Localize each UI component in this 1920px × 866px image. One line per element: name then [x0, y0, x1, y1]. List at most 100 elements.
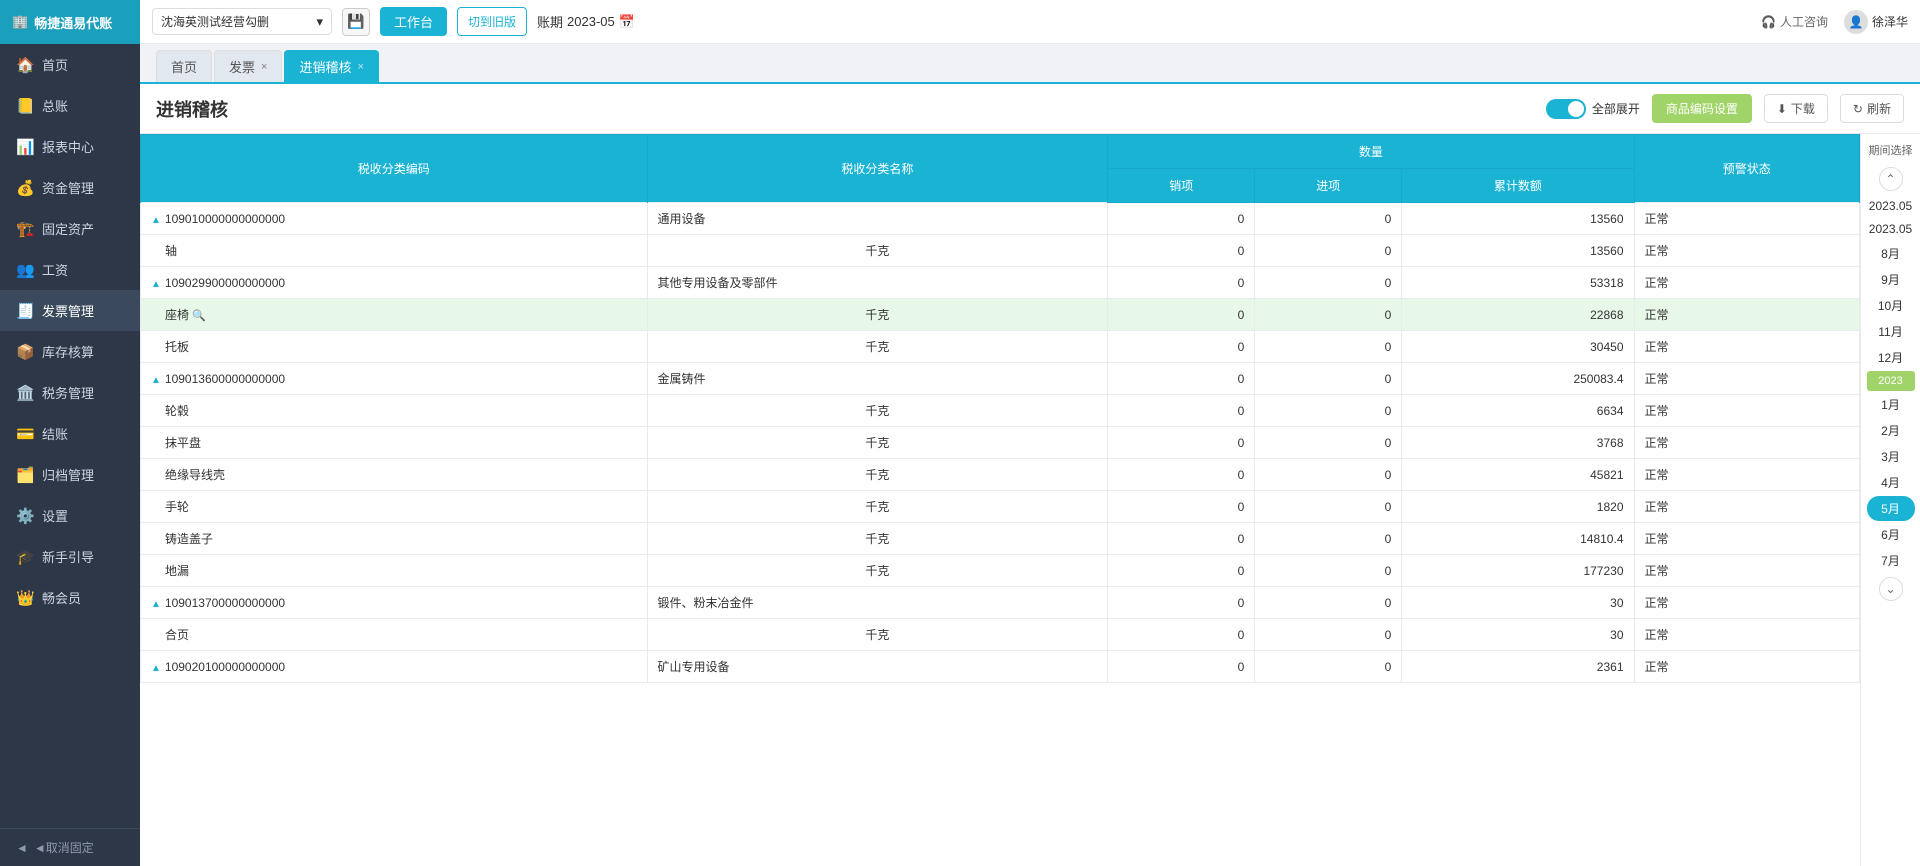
period-item[interactable]: 2023.05 — [1867, 218, 1915, 240]
company-selector[interactable]: 沈海英测试经营勾删 ▾ — [152, 8, 332, 35]
sidebar-item-label: 税务管理 — [42, 383, 94, 402]
period-item[interactable]: 9月 — [1867, 267, 1915, 292]
cell-code: ▲109029900000000000 — [141, 267, 648, 299]
content-area: 税收分类编码 税收分类名称 数量 预警状态 销项 进项 累计数额 — [140, 134, 1920, 866]
sidebar-item-inventory[interactable]: 📦 库存核算 — [0, 331, 140, 372]
cell-sales: 0 — [1108, 427, 1255, 459]
sidebar-item-tax[interactable]: 🏛️ 税务管理 — [0, 372, 140, 413]
cell-cumulative: 30 — [1402, 619, 1634, 651]
user-name: 徐泽华 — [1872, 13, 1908, 30]
expand-icon[interactable]: ▲ — [151, 599, 161, 610]
main-area: 沈海英测试经营勾删 ▾ 💾 工作台 切到旧版 账期 2023-05 📅 🎧 人工… — [140, 0, 1920, 866]
period-item[interactable]: 2023.05 — [1867, 195, 1915, 217]
col-warning: 预警状态 — [1634, 135, 1860, 203]
sidebar-item-settlement[interactable]: 💳 结账 — [0, 413, 140, 454]
guide-icon: 🎓 — [16, 548, 34, 566]
cell-code: 托板 — [141, 331, 648, 363]
expand-icon[interactable]: ▲ — [151, 215, 161, 226]
sidebar-item-fixed-assets[interactable]: 🏗️ 固定资产 — [0, 208, 140, 249]
download-button[interactable]: ⬇ 下载 — [1764, 94, 1828, 123]
sidebar: 🏢 畅捷通易代账 🏠 首页 📒 总账 📊 报表中心 💰 资金管理 🏗️ 固定资产… — [0, 0, 140, 866]
period-item[interactable]: 2月 — [1867, 418, 1915, 443]
period-item[interactable]: 10月 — [1867, 293, 1915, 318]
cell-code: 铸造盖子 — [141, 523, 648, 555]
cell-name: 其他专用设备及零部件 — [647, 267, 1108, 299]
period-item[interactable]: 4月 — [1867, 470, 1915, 495]
sidebar-item-guide[interactable]: 🎓 新手引导 — [0, 536, 140, 577]
cell-warning: 正常 — [1634, 395, 1860, 427]
cell-cumulative: 2361 — [1402, 651, 1634, 683]
cell-warning: 正常 — [1634, 651, 1860, 683]
period-nav-down[interactable]: ⌄ — [1879, 577, 1903, 601]
close-invoices-tab[interactable]: × — [261, 61, 267, 73]
payroll-icon: 👥 — [16, 261, 34, 279]
sidebar-item-vip[interactable]: 👑 畅会员 — [0, 577, 140, 618]
cell-sales: 0 — [1108, 299, 1255, 331]
cell-sales: 0 — [1108, 203, 1255, 235]
sidebar-item-home[interactable]: 🏠 首页 — [0, 44, 140, 85]
col-quantity-group: 数量 — [1108, 135, 1634, 169]
period-nav-up[interactable]: ⌃ — [1879, 167, 1903, 191]
sidebar-item-payroll[interactable]: 👥 工资 — [0, 249, 140, 290]
tab-home[interactable]: 首页 — [156, 50, 212, 82]
expand-icon[interactable]: ▲ — [151, 663, 161, 674]
topbar-right: 🎧 人工咨询 👤 徐泽华 — [1761, 10, 1908, 34]
sidebar-item-label: 资金管理 — [42, 178, 94, 197]
tab-invoices[interactable]: 发票 × — [214, 50, 282, 82]
period-item[interactable]: 8月 — [1867, 241, 1915, 266]
sidebar-item-settings[interactable]: ⚙️ 设置 — [0, 495, 140, 536]
period-item[interactable]: 11月 — [1867, 319, 1915, 344]
period-item[interactable]: 3月 — [1867, 444, 1915, 469]
sidebar-item-invoices[interactable]: 🧾 发票管理 — [0, 290, 140, 331]
download-icon: ⬇ — [1777, 102, 1787, 116]
support-label: 人工咨询 — [1780, 13, 1828, 30]
period-item[interactable]: 12月 — [1867, 345, 1915, 370]
reports-icon: 📊 — [16, 138, 34, 156]
cell-sales: 0 — [1108, 235, 1255, 267]
search-icon[interactable]: 🔍 — [192, 310, 206, 322]
cell-cumulative: 22868 — [1402, 299, 1634, 331]
period-item[interactable]: 6月 — [1867, 522, 1915, 547]
period-item[interactable]: 1月 — [1867, 392, 1915, 417]
sidebar-item-ledger[interactable]: 📒 总账 — [0, 85, 140, 126]
period-item[interactable]: 7月 — [1867, 548, 1915, 573]
cell-code: 绝缘导线壳 — [141, 459, 648, 491]
expand-icon[interactable]: ▲ — [151, 375, 161, 386]
vip-icon: 👑 — [16, 589, 34, 607]
period-item[interactable]: 2023 — [1867, 371, 1915, 391]
cell-unit: 千克 — [647, 395, 1108, 427]
expand-icon[interactable]: ▲ — [151, 279, 161, 290]
cell-cumulative: 250083.4 — [1402, 363, 1634, 395]
sidebar-item-funds[interactable]: 💰 资金管理 — [0, 167, 140, 208]
cell-sales: 0 — [1108, 491, 1255, 523]
save-button[interactable]: 💾 — [342, 8, 370, 36]
cell-warning: 正常 — [1634, 203, 1860, 235]
calendar-icon[interactable]: 📅 — [619, 14, 635, 30]
fixed-assets-icon: 🏗️ — [16, 220, 34, 238]
workbench-button[interactable]: 工作台 — [380, 7, 447, 36]
table-container[interactable]: 税收分类编码 税收分类名称 数量 预警状态 销项 进项 累计数额 — [140, 134, 1860, 866]
period-item[interactable]: 5月 — [1867, 496, 1915, 521]
cell-sales: 0 — [1108, 395, 1255, 427]
logo-icon: 🏢 — [12, 14, 28, 30]
expand-toggle[interactable] — [1546, 99, 1586, 119]
cell-code: 轮毂 — [141, 395, 648, 427]
sidebar-pin-toggle[interactable]: ◄ ◄取消固定 — [0, 828, 140, 866]
cell-purchase: 0 — [1255, 235, 1402, 267]
cell-name: 通用设备 — [647, 203, 1108, 235]
cell-cumulative: 13560 — [1402, 235, 1634, 267]
cell-purchase: 0 — [1255, 587, 1402, 619]
refresh-button[interactable]: ↻ 刷新 — [1840, 94, 1904, 123]
cell-unit: 千克 — [647, 299, 1108, 331]
cell-cumulative: 6634 — [1402, 395, 1634, 427]
sidebar-item-label: 结账 — [42, 424, 68, 443]
sidebar-item-reports[interactable]: 📊 报表中心 — [0, 126, 140, 167]
settings-icon: ⚙️ — [16, 507, 34, 525]
user-menu[interactable]: 👤 徐泽华 — [1844, 10, 1908, 34]
sidebar-item-archive[interactable]: 🗂️ 归档管理 — [0, 454, 140, 495]
tab-reconciliation[interactable]: 进销稽核 × — [284, 50, 378, 82]
close-reconciliation-tab[interactable]: × — [357, 61, 363, 73]
product-code-button[interactable]: 商品编码设置 — [1652, 94, 1752, 123]
switch-version-button[interactable]: 切到旧版 — [457, 7, 527, 36]
support-button[interactable]: 🎧 人工咨询 — [1761, 13, 1828, 30]
